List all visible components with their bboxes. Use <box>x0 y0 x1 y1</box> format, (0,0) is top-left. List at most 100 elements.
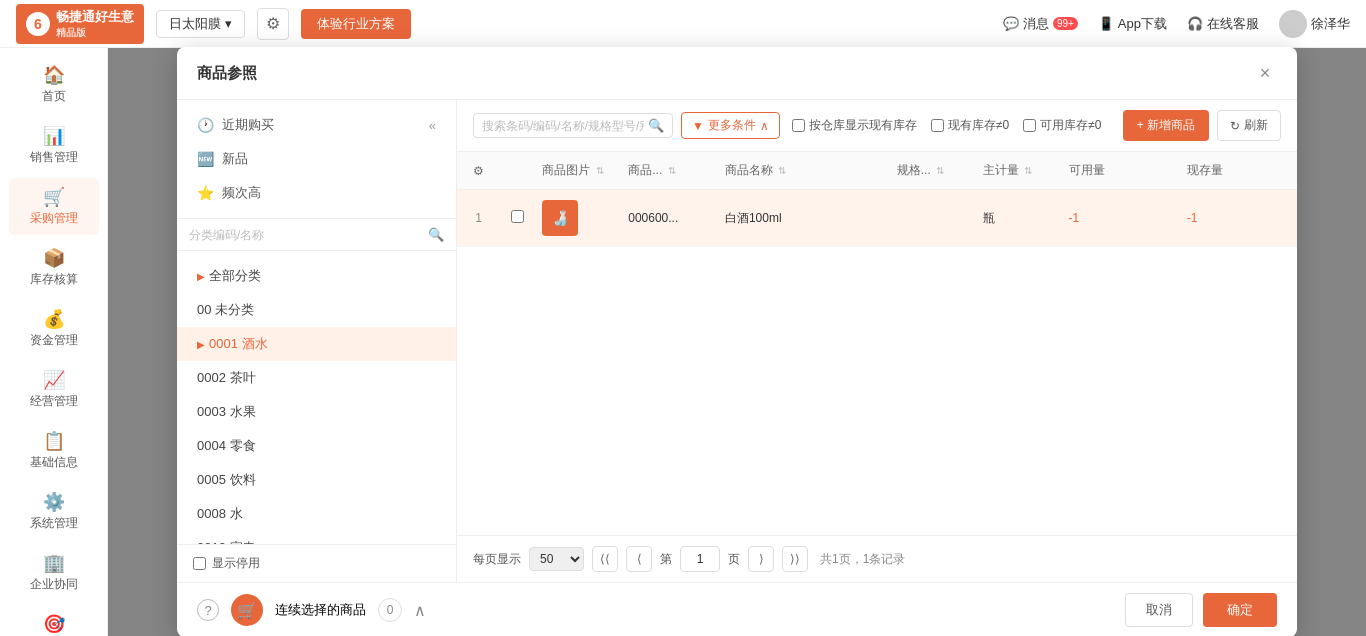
row-checkbox-cell[interactable] <box>500 190 534 247</box>
sidebar-item-system[interactable]: ⚙️ 系统管理 <box>9 483 99 540</box>
refresh-icon: ↻ <box>1230 119 1240 133</box>
total-info: 共1页，1条记录 <box>820 551 905 568</box>
trial-button[interactable]: 体验行业方案 <box>301 9 411 39</box>
nav-dropdown[interactable]: 日太阳膜 ▾ <box>156 10 245 38</box>
page-size-select[interactable]: 50 100 200 <box>529 547 584 571</box>
prev-page-button[interactable]: ⟨ <box>626 546 652 572</box>
frequent-icon: ⭐ <box>197 185 214 201</box>
purchase-icon: 🛒 <box>43 186 65 208</box>
confirm-button[interactable]: 确定 <box>1203 593 1277 627</box>
category-list: ▶ 全部分类 00 未分类 ▶ 0001 酒水 0002 茶 <box>177 251 456 544</box>
category-search-icon[interactable]: 🔍 <box>428 227 444 242</box>
tab-new-product[interactable]: 🆕 新品 <box>189 144 444 174</box>
settings-button[interactable]: ⚙ <box>257 8 289 40</box>
cart-icon[interactable]: 🛒 <box>231 594 263 626</box>
sidebar-item-sales[interactable]: 📊 销售管理 <box>9 117 99 174</box>
collapse-cart-button[interactable]: ∧ <box>414 601 426 620</box>
category-all[interactable]: ▶ 全部分类 <box>177 259 456 293</box>
left-tabs: 🕐 近期购买 « 🆕 新品 ⭐ 频次高 <box>177 100 456 219</box>
row-unit: 瓶 <box>975 190 1061 247</box>
corp-icon: 🏢 <box>43 552 65 574</box>
sort-icon-5: ⇅ <box>1024 165 1032 176</box>
th-unit[interactable]: 主计量 ⇅ <box>975 152 1061 190</box>
checkbox-warehouse[interactable]: 按仓库显示现有库存 <box>792 117 917 134</box>
guide-icon: 🎯 <box>43 613 65 635</box>
modal-title: 商品参照 <box>197 64 257 83</box>
row-spec <box>889 190 975 247</box>
sidebar-item-purchase[interactable]: 🛒 采购管理 <box>9 178 99 235</box>
sort-icon-3: ⇅ <box>778 165 786 176</box>
sidebar-item-corp[interactable]: 🏢 企业协同 <box>9 544 99 601</box>
row-checkbox[interactable] <box>511 210 524 223</box>
last-page-button[interactable]: ⟩⟩ <box>782 546 808 572</box>
page-number-input[interactable] <box>680 546 720 572</box>
sidebar-item-basic[interactable]: 📋 基础信息 <box>9 422 99 479</box>
th-available[interactable]: 可用量 <box>1061 152 1179 190</box>
sidebar-item-business[interactable]: 📈 经营管理 <box>9 361 99 418</box>
product-search-box: 🔍 <box>473 113 673 138</box>
row-num: 1 <box>457 190 500 247</box>
content-area: 商品参照 × 🕐 近期购买 « <box>108 48 1366 636</box>
sidebar: 🏠 首页 📊 销售管理 🛒 采购管理 📦 库存核算 💰 资金管理 📈 经营管理 … <box>0 48 108 636</box>
category-wine[interactable]: ▶ 0001 酒水 <box>177 327 456 361</box>
search-icon[interactable]: 🔍 <box>648 118 664 133</box>
tab-recent-purchase[interactable]: 🕐 近期购买 « <box>189 110 444 140</box>
category-appliance[interactable]: 0010 家电 <box>177 531 456 544</box>
sidebar-item-finance[interactable]: 💰 资金管理 <box>9 300 99 357</box>
sidebar-item-guide[interactable]: 🎯 新手引导 <box>9 605 99 636</box>
help-button[interactable]: ? <box>197 599 219 621</box>
add-product-button[interactable]: + 新增商品 <box>1123 110 1209 141</box>
tab-frequent[interactable]: ⭐ 频次高 <box>189 178 444 208</box>
category-snack[interactable]: 0004 零食 <box>177 429 456 463</box>
app-download-btn[interactable]: 📱 App下载 <box>1098 15 1167 33</box>
next-page-button[interactable]: ⟩ <box>748 546 774 572</box>
checkbox-available-nonzero[interactable]: 可用库存≠0 <box>1023 117 1101 134</box>
table-row[interactable]: 1 🍶 000600... 白酒100ml <box>457 190 1297 247</box>
notification-btn[interactable]: 💬 消息 99+ <box>1003 15 1078 33</box>
category-search-input[interactable] <box>189 228 422 242</box>
th-code[interactable]: 商品... ⇅ <box>620 152 717 190</box>
category-fruit[interactable]: 0003 水果 <box>177 395 456 429</box>
th-name[interactable]: 商品名称 ⇅ <box>717 152 889 190</box>
sales-icon: 📊 <box>43 125 65 147</box>
checkbox-available-nonzero-input[interactable] <box>1023 119 1036 132</box>
logo-icon: 6 <box>26 12 50 36</box>
sidebar-item-home[interactable]: 🏠 首页 <box>9 56 99 113</box>
cart-label: 连续选择的商品 <box>275 601 366 619</box>
th-settings[interactable]: ⚙ <box>457 152 500 190</box>
th-image[interactable]: 商品图片 ⇅ <box>534 152 620 190</box>
category-search-bar: 🔍 <box>177 219 456 251</box>
refresh-button[interactable]: ↻ 刷新 <box>1217 110 1281 141</box>
modal-close-button[interactable]: × <box>1253 61 1277 85</box>
recent-icon: 🕐 <box>197 117 214 133</box>
product-thumbnail: 🍶 <box>542 200 578 236</box>
left-panel: 🕐 近期购买 « 🆕 新品 ⭐ 频次高 <box>177 100 457 582</box>
show-disabled-checkbox[interactable] <box>193 557 206 570</box>
cancel-button[interactable]: 取消 <box>1125 593 1193 627</box>
filter-checkboxes: 按仓库显示现有库存 现有库存≠0 可用库存≠0 <box>792 117 1102 134</box>
user-menu[interactable]: 徐泽华 <box>1279 10 1350 38</box>
page-text: 页 <box>728 551 740 568</box>
category-water[interactable]: 0008 水 <box>177 497 456 531</box>
chevron-down-icon: ▾ <box>225 16 232 31</box>
th-stock[interactable]: 现存量 <box>1179 152 1297 190</box>
product-search-input[interactable] <box>482 119 644 133</box>
table-header-row: ⚙ 商品图片 ⇅ 商品... ⇅ <box>457 152 1297 190</box>
online-service-btn[interactable]: 🎧 在线客服 <box>1187 15 1259 33</box>
nav-right: 💬 消息 99+ 📱 App下载 🎧 在线客服 徐泽华 <box>1003 10 1350 38</box>
checkbox-warehouse-input[interactable] <box>792 119 805 132</box>
row-image-cell: 🍶 <box>534 190 620 247</box>
category-uncategorized[interactable]: 00 未分类 <box>177 293 456 327</box>
collapse-icon[interactable]: « <box>429 118 436 133</box>
checkbox-stock-nonzero-input[interactable] <box>931 119 944 132</box>
inventory-icon: 📦 <box>43 247 65 269</box>
sidebar-item-inventory[interactable]: 📦 库存核算 <box>9 239 99 296</box>
filter-button[interactable]: ▼ 更多条件 ∧ <box>681 112 780 139</box>
business-icon: 📈 <box>43 369 65 391</box>
checkbox-stock-nonzero[interactable]: 现有库存≠0 <box>931 117 1009 134</box>
th-spec[interactable]: 规格... ⇅ <box>889 152 975 190</box>
show-disabled-bar: 显示停用 <box>177 544 456 582</box>
category-drinks[interactable]: 0005 饮料 <box>177 463 456 497</box>
category-tea[interactable]: 0002 茶叶 <box>177 361 456 395</box>
first-page-button[interactable]: ⟨⟨ <box>592 546 618 572</box>
